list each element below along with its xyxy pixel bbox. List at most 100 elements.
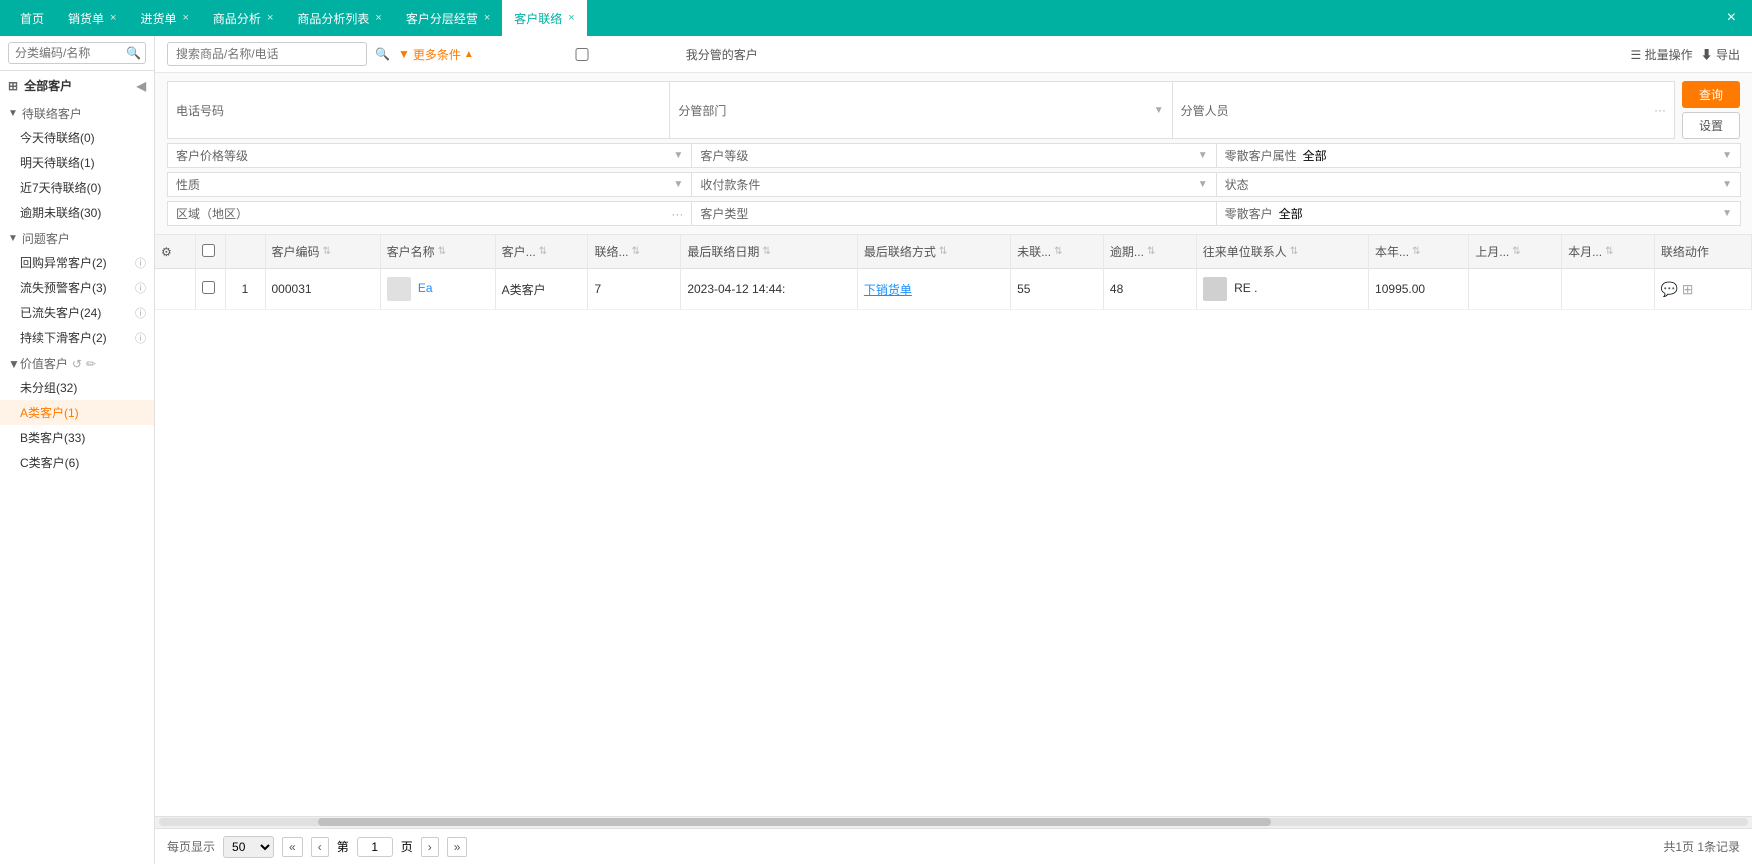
close-customer-segment-tab[interactable]: × xyxy=(484,12,490,24)
retail-arrow[interactable]: ▼ xyxy=(1722,208,1732,219)
value-edit-icon[interactable]: ✏ xyxy=(86,357,96,371)
sidebar-search-icon[interactable]: 🔍 xyxy=(126,46,141,60)
sidebar-collapse-btn[interactable]: ◀ xyxy=(137,79,146,93)
sidebar-item-churned[interactable]: 已流失客户(24) ⓘ xyxy=(0,300,154,325)
nav-home[interactable]: 首页 xyxy=(8,0,56,36)
close-purchase-tab[interactable]: × xyxy=(182,12,188,24)
filter-price-level-input[interactable] xyxy=(254,149,669,163)
page-label-before: 第 xyxy=(337,838,349,855)
problem-customers-group[interactable]: ▼ 问题客户 xyxy=(0,225,154,250)
col-code-sort[interactable]: ⇅ xyxy=(323,246,331,257)
my-customers-checkbox[interactable] xyxy=(482,48,682,61)
last-page-button[interactable]: » xyxy=(447,837,468,857)
col-no-contact-sort[interactable]: ⇅ xyxy=(1054,246,1062,257)
value-refresh-icon[interactable]: ↺ xyxy=(72,357,82,371)
first-page-button[interactable]: « xyxy=(282,837,303,857)
page-size-select[interactable]: 20 50 100 200 xyxy=(223,836,274,858)
filter-phone-input[interactable] xyxy=(230,103,661,117)
col-settings: ⚙ xyxy=(155,235,195,269)
nav-product-analysis[interactable]: 商品分析 × xyxy=(201,0,285,36)
sidebar-item-unclassified[interactable]: 未分组(32) xyxy=(0,375,154,400)
sidebar-item-today[interactable]: 今天待联络(0) xyxy=(0,125,154,150)
pending-contact-group[interactable]: ▼ 待联络客户 xyxy=(0,100,154,125)
col-category-label: 客户... xyxy=(502,243,536,260)
col-this-year-sort[interactable]: ⇅ xyxy=(1412,246,1420,257)
row-action-cell: 💬 ⊞ xyxy=(1654,269,1751,310)
sidebar-item-declining[interactable]: 持续下滑客户(2) ⓘ xyxy=(0,325,154,350)
close-customer-contact-tab[interactable]: × xyxy=(568,12,574,24)
sidebar-item-7days[interactable]: 近7天待联络(0) xyxy=(0,175,154,200)
scrollbar-thumb[interactable] xyxy=(318,818,1271,826)
next-page-button[interactable]: › xyxy=(421,837,439,857)
filter-payment-input[interactable] xyxy=(766,178,1193,192)
filter-dept-input[interactable] xyxy=(732,103,1149,117)
row-last-contact-date-cell: 2023-04-12 14:44: xyxy=(681,269,858,310)
select-all-checkbox[interactable] xyxy=(202,244,215,257)
sidebar-item-class-a[interactable]: A类客户(1) xyxy=(0,400,154,425)
row-checkbox[interactable] xyxy=(202,281,215,294)
filter-region-input[interactable] xyxy=(254,207,667,221)
settings-button[interactable]: 设置 xyxy=(1682,112,1740,139)
my-customers-checkbox-label[interactable]: 我分管的客户 xyxy=(482,46,758,63)
sidebar-item-class-b[interactable]: B类客户(33) xyxy=(0,425,154,450)
col-this-month-sort[interactable]: ⇅ xyxy=(1605,246,1613,257)
dept-dropdown-arrow[interactable]: ▼ xyxy=(1154,105,1164,116)
value-customers-arrow[interactable]: ▼ xyxy=(8,357,20,371)
col-contact-sort[interactable]: ⇅ xyxy=(632,246,640,257)
region-dots-btn[interactable]: ··· xyxy=(671,207,683,221)
page-number-input[interactable] xyxy=(357,837,393,857)
sidebar-item-overdue[interactable]: 逾期未联络(30) xyxy=(0,200,154,225)
price-level-arrow[interactable]: ▼ xyxy=(673,150,683,161)
nav-customer-contact[interactable]: 客户联络 × xyxy=(502,0,586,36)
filter-retail-attr-input[interactable] xyxy=(1303,149,1718,163)
col-name-sort[interactable]: ⇅ xyxy=(438,246,446,257)
query-button[interactable]: 查询 xyxy=(1682,81,1740,108)
search-input[interactable] xyxy=(167,42,367,66)
col-category: 客户... ⇅ xyxy=(495,235,588,269)
horizontal-scrollbar[interactable] xyxy=(155,816,1752,828)
customer-level-arrow[interactable]: ▼ xyxy=(1198,150,1208,161)
col-last-contact-date-sort[interactable]: ⇅ xyxy=(762,246,770,257)
col-unit-contacts-sort[interactable]: ⇅ xyxy=(1290,246,1298,257)
filter-status-input[interactable] xyxy=(1255,178,1718,192)
filter-customer-type-input[interactable] xyxy=(754,207,1207,221)
filter-manager-input[interactable] xyxy=(1235,103,1650,117)
qr-icon[interactable]: ⊞ xyxy=(1682,281,1694,297)
prev-page-button[interactable]: ‹ xyxy=(311,837,329,857)
close-product-list-tab[interactable]: × xyxy=(375,12,381,24)
export-button[interactable]: ⬇ 导出 xyxy=(1701,46,1740,63)
nav-product-list[interactable]: 商品分析列表 × xyxy=(285,0,393,36)
retail-attr-arrow[interactable]: ▼ xyxy=(1722,150,1732,161)
sidebar-item-tomorrow[interactable]: 明天待联络(1) xyxy=(0,150,154,175)
col-overdue-sort[interactable]: ⇅ xyxy=(1147,246,1155,257)
status-arrow[interactable]: ▼ xyxy=(1722,179,1732,190)
filter-customer-level-input[interactable] xyxy=(754,149,1193,163)
batch-op-button[interactable]: ☰ 批量操作 xyxy=(1631,46,1693,63)
col-last-month-sort[interactable]: ⇅ xyxy=(1512,246,1520,257)
more-filter-button[interactable]: ▼ 更多条件 ▲ xyxy=(398,46,474,63)
filter-nature-input[interactable] xyxy=(206,178,669,192)
nature-arrow[interactable]: ▼ xyxy=(673,179,683,190)
row-name-cell[interactable]: Ea xyxy=(380,269,495,310)
chat-icon[interactable]: 💬 xyxy=(1661,281,1678,297)
row-contact-cell: 7 xyxy=(588,269,681,310)
payment-arrow[interactable]: ▼ xyxy=(1198,179,1208,190)
filter-retail-input[interactable] xyxy=(1279,207,1718,221)
sidebar-item-class-c[interactable]: C类客户(6) xyxy=(0,450,154,475)
close-product-analysis-tab[interactable]: × xyxy=(267,12,273,24)
nav-sales[interactable]: 销货单 × xyxy=(56,0,128,36)
col-category-sort[interactable]: ⇅ xyxy=(539,246,547,257)
nav-customer-segment[interactable]: 客户分层经营 × xyxy=(394,0,502,36)
close-sales-tab[interactable]: × xyxy=(110,12,116,24)
sidebar-item-repurchase-abnormal[interactable]: 回购异常客户(2) ⓘ xyxy=(0,250,154,275)
table-settings-icon[interactable]: ⚙ xyxy=(161,245,172,259)
col-last-contact-method-sort[interactable]: ⇅ xyxy=(939,246,947,257)
all-customers-header[interactable]: ⊞ 全部客户 ◀ xyxy=(0,71,154,100)
sidebar-item-churn-warning[interactable]: 流失预警客户(3) ⓘ xyxy=(0,275,154,300)
last-contact-method-link[interactable]: 下销货单 xyxy=(864,283,912,297)
filter-search-icon[interactable]: 🔍 xyxy=(375,47,390,61)
manager-dots-btn[interactable]: ··· xyxy=(1654,103,1666,117)
nav-purchase[interactable]: 进货单 × xyxy=(128,0,200,36)
window-close-button[interactable]: × xyxy=(1719,9,1744,27)
row-last-contact-method-cell[interactable]: 下销货单 xyxy=(857,269,1010,310)
